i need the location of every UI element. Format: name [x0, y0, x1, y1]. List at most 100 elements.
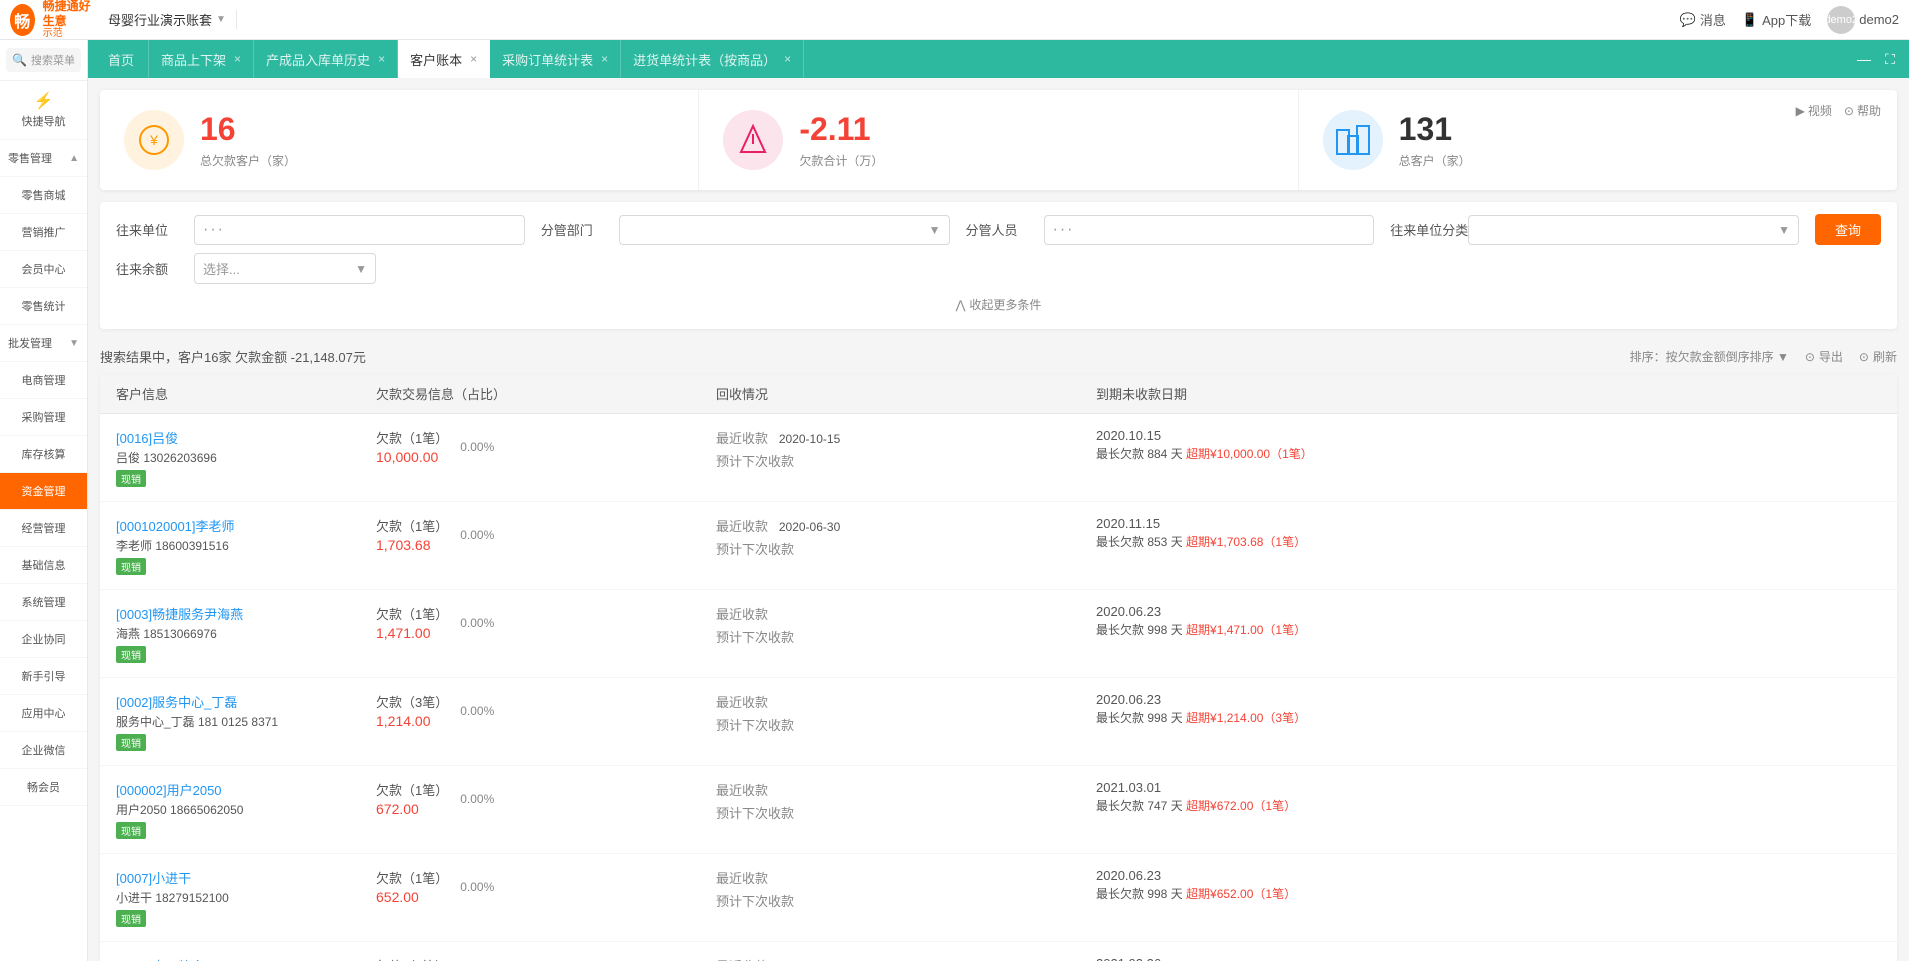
customer-contact-2: 海燕 18513066976 — [116, 625, 376, 642]
tab-product-history-close[interactable]: × — [378, 52, 385, 66]
person-input[interactable]: ··· — [1044, 215, 1375, 245]
collection-cell-5: 最近收款 预计下次收款 — [716, 868, 1096, 910]
tab-product-on-off[interactable]: 商品上下架 × — [149, 40, 254, 78]
customer-code-3[interactable]: [0002]服务中心_丁磊 — [116, 692, 376, 711]
tab-purchase-stats[interactable]: 采购订单统计表 × — [490, 40, 621, 78]
customer-badge-3: 现销 — [116, 734, 146, 751]
tab-customer-account-close[interactable]: × — [470, 52, 477, 66]
debt-percent-2: 0.00% — [460, 616, 494, 630]
sidebar-item-retail-mgmt[interactable]: 零售管理 ▲ — [0, 140, 87, 177]
sidebar-item-member[interactable]: 会员中心 — [0, 251, 87, 288]
sort-label[interactable]: 排序：按欠款金额倒序排序 ▼ — [1630, 348, 1789, 365]
video-btn[interactable]: ▶ 视频 — [1796, 102, 1832, 119]
help-btn[interactable]: ⊙ 帮助 — [1844, 102, 1881, 119]
sidebar-item-quick-nav[interactable]: ⚡ 快捷导航 — [0, 81, 87, 140]
sidebar-item-sys[interactable]: 系统管理 — [0, 584, 87, 621]
customer-cell-1: [0001020001]李老师 李老师 18600391516 现销 — [116, 516, 376, 575]
sidebar-item-wholesale[interactable]: 批发管理 ▼ — [0, 325, 87, 362]
debt-cell-4: 欠款（1笔） 672.00 0.00% — [376, 780, 716, 817]
sidebar-item-vip[interactable]: 畅会员 — [0, 769, 87, 806]
sidebar-item-corp-wechat[interactable]: 企业微信 — [0, 732, 87, 769]
sidebar-item-enterprise[interactable]: 企业协同 — [0, 621, 87, 658]
customer-code-0[interactable]: [0016]吕俊 — [116, 428, 376, 447]
collection-cell-0: 最近收款 2020-10-15 预计下次收款 — [716, 428, 1096, 470]
overdue-link-3[interactable]: 超期¥1,214.00（3笔） — [1186, 711, 1306, 725]
dept-input[interactable]: ▼ — [619, 215, 950, 245]
collection-cell-3: 最近收款 预计下次收款 — [716, 692, 1096, 734]
tab-home[interactable]: 首页 — [94, 40, 149, 78]
balance-input[interactable]: 选择... ▼ — [194, 253, 376, 284]
tab-minimize-btn[interactable]: — — [1853, 48, 1875, 70]
debt-amount-2[interactable]: 1,471.00 — [376, 625, 448, 641]
sidebar-item-app-center[interactable]: 应用中心 — [0, 695, 87, 732]
last-collection-label-2: 最近收款 — [716, 607, 775, 622]
sidebar-item-inventory[interactable]: 库存核算 — [0, 436, 87, 473]
message-btn[interactable]: 💬 消息 — [1680, 10, 1726, 29]
debt-amount-1[interactable]: 1,703.68 — [376, 537, 448, 553]
main-layout: 🔍 搜索菜单 ⚡ 快捷导航 零售管理 ▲ 零售商城 营销推广 — [0, 40, 1909, 961]
tab-import-stats[interactable]: 进货单统计表（按商品） × — [621, 40, 804, 78]
sidebar-search-area: 🔍 搜索菜单 — [0, 40, 87, 81]
customer-code-6[interactable]: [0006]去下粮仓 — [116, 956, 376, 961]
sidebar-item-finance[interactable]: 资金管理 — [0, 473, 87, 510]
search-icon: 🔍 — [12, 53, 27, 67]
customer-code-1[interactable]: [0001020001]李老师 — [116, 516, 376, 535]
export-icon: ⊙ — [1805, 350, 1815, 364]
tab-purchase-stats-close[interactable]: × — [601, 52, 608, 66]
tab-customer-account[interactable]: 客户账本 × — [398, 40, 490, 78]
sidebar-item-new-guide[interactable]: 新手引导 — [0, 658, 87, 695]
overdue-date-5: 2020.06.23 — [1096, 868, 1881, 883]
debt-amount-4[interactable]: 672.00 — [376, 801, 448, 817]
search-btn[interactable]: 查询 — [1815, 214, 1881, 245]
debt-customers-info: 16 总欠款客户（家） — [200, 111, 296, 169]
next-collection-label-4: 预计下次收款 — [716, 806, 794, 821]
debt-count-4: 欠款（1笔） — [376, 780, 448, 799]
overdue-link-0[interactable]: 超期¥10,000.00（1笔） — [1186, 447, 1313, 461]
overdue-link-4[interactable]: 超期¥672.00（1笔） — [1186, 799, 1296, 813]
sidebar-item-basic[interactable]: 基础信息 — [0, 547, 87, 584]
sidebar-item-ops[interactable]: 经营管理 — [0, 510, 87, 547]
last-collection-0: 最近收款 2020-10-15 — [716, 428, 1096, 447]
collapse-btn[interactable]: ⋀ 收起更多条件 — [116, 292, 1881, 317]
debt-amount-5[interactable]: 652.00 — [376, 889, 448, 905]
sidebar-item-purchase[interactable]: 采购管理 — [0, 399, 87, 436]
user-avatar-btn[interactable]: demo2 demo2 — [1827, 6, 1899, 34]
export-btn[interactable]: ⊙ 导出 — [1805, 348, 1843, 365]
overdue-link-5[interactable]: 超期¥652.00（1笔） — [1186, 887, 1296, 901]
sidebar-item-marketing[interactable]: 营销推广 — [0, 214, 87, 251]
tab-product-on-off-close[interactable]: × — [234, 52, 241, 66]
overdue-cell-4: 2021.03.01 最长欠款 747 天 超期¥672.00（1笔） — [1096, 780, 1881, 814]
debt-amount-3[interactable]: 1,214.00 — [376, 713, 448, 729]
person-dots: ··· — [1053, 221, 1075, 239]
member-label: 会员中心 — [6, 261, 81, 277]
next-collection-label-3: 预计下次收款 — [716, 718, 794, 733]
sidebar-item-retail-mall[interactable]: 零售商城 — [0, 177, 87, 214]
debt-cell-1: 欠款（1笔） 1,703.68 0.00% — [376, 516, 716, 553]
customer-code-4[interactable]: [000002]用户2050 — [116, 780, 376, 799]
app-download-btn[interactable]: 📱 App下载 — [1742, 10, 1811, 29]
category-input[interactable]: ▼ — [1468, 215, 1799, 245]
customer-code-2[interactable]: [0003]畅捷服务尹海燕 — [116, 604, 376, 623]
sidebar-item-retail-stats[interactable]: 零售统计 — [0, 288, 87, 325]
app-container: 畅 畅捷通好生意 示范 母婴行业演示账套 ▼ 💬 消息 📱 App下载 demo… — [0, 0, 1909, 961]
overdue-date-3: 2020.06.23 — [1096, 692, 1881, 707]
sidebar-item-ecommerce[interactable]: 电商管理 — [0, 362, 87, 399]
overdue-link-2[interactable]: 超期¥1,471.00（1笔） — [1186, 623, 1306, 637]
overdue-link-1[interactable]: 超期¥1,703.68（1笔） — [1186, 535, 1306, 549]
last-collection-4: 最近收款 — [716, 780, 1096, 799]
debt-amount-0[interactable]: 10,000.00 — [376, 449, 448, 465]
sidebar-search-btn[interactable]: 🔍 搜索菜单 — [6, 48, 81, 72]
refresh-btn[interactable]: ⊙ 刷新 — [1859, 348, 1897, 365]
tab-maximize-btn[interactable]: ⛶ — [1879, 48, 1901, 70]
overdue-cell-3: 2020.06.23 最长欠款 998 天 超期¥1,214.00（3笔） — [1096, 692, 1881, 726]
col-header-debt: 欠款交易信息（占比） — [376, 384, 716, 403]
overdue-cell-2: 2020.06.23 最长欠款 998 天 超期¥1,471.00（1笔） — [1096, 604, 1881, 638]
debt-cell-3: 欠款（3笔） 1,214.00 0.00% — [376, 692, 716, 729]
tab-import-stats-close[interactable]: × — [784, 52, 791, 66]
supplier-input[interactable]: ··· — [194, 215, 525, 245]
tab-product-history[interactable]: 产成品入库单历史 × — [254, 40, 398, 78]
table-row: [0003]畅捷服务尹海燕 海燕 18513066976 现销 欠款（1笔） 1… — [100, 590, 1897, 678]
customer-code-5[interactable]: [0007]小进干 — [116, 868, 376, 887]
company-selector[interactable]: 母婴行业演示账套 ▼ — [98, 10, 237, 29]
collection-cell-1: 最近收款 2020-06-30 预计下次收款 — [716, 516, 1096, 558]
